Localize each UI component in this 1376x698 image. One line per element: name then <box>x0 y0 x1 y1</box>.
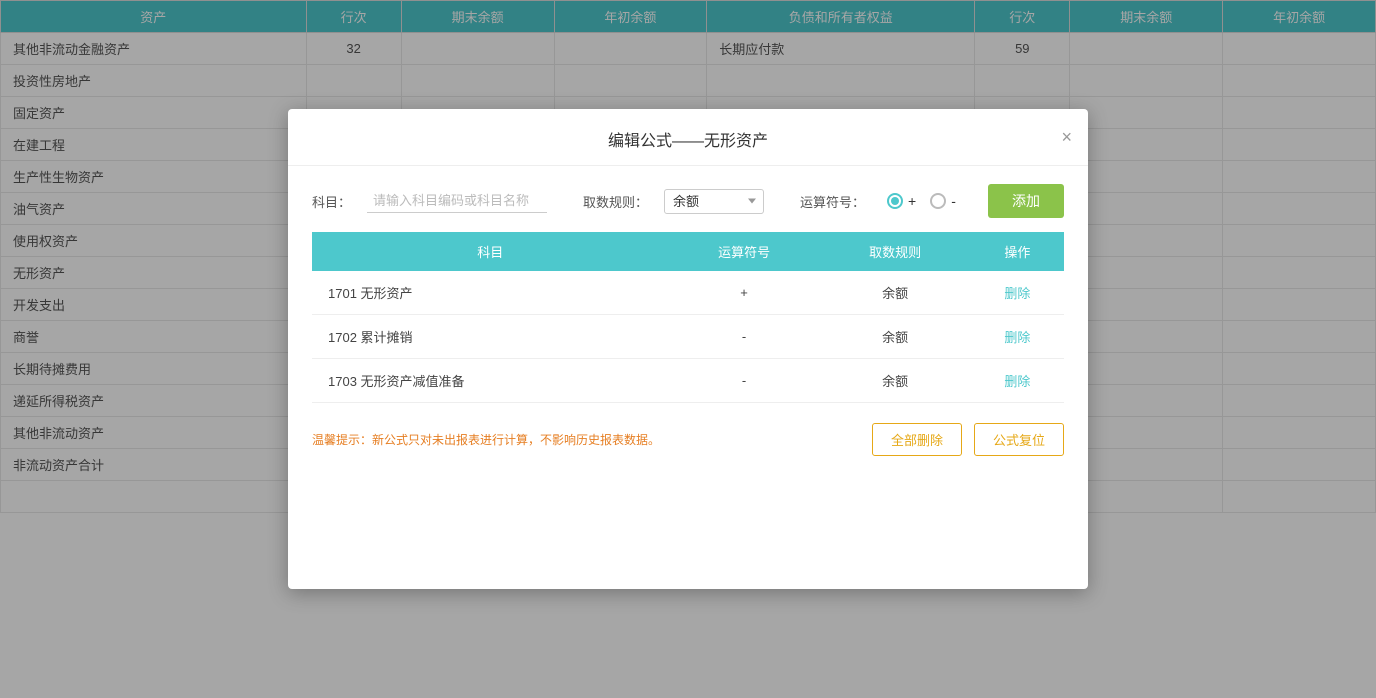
modal-header: 编辑公式——无形资产 × <box>288 109 1088 166</box>
formula-action-cell: 删除 <box>971 359 1064 403</box>
formula-rule-cell: 余额 <box>820 271 971 315</box>
formula-operator-cell: + <box>669 271 820 315</box>
rule-select-wrap: 余额 借方 贷方 借方发生额 贷方发生额 <box>664 189 764 214</box>
subject-label: 科目： <box>312 192 351 211</box>
formula-action-cell: 删除 <box>971 271 1064 315</box>
operator-plus-label: + <box>908 193 916 209</box>
formula-subject-cell: 1703 无形资产减值准备 <box>312 359 669 403</box>
formula-table-row: 1702 累计摊销-余额 删除 <box>312 315 1064 359</box>
hint-text: 温馨提示：新公式只对未出报表进行计算，不影响历史报表数据。 <box>312 431 660 448</box>
modal-overlay: 编辑公式——无形资产 × 科目： 取数规则： 余额 借方 贷方 借方发生额 贷方… <box>0 0 1376 698</box>
modal-footer: 温馨提示：新公式只对未出报表进行计算，不影响历史报表数据。 全部删除 公式复位 <box>288 403 1088 456</box>
modal-close-button[interactable]: × <box>1061 128 1072 146</box>
formula-table: 科目 运算符号 取数规则 操作 1701 无形资产+余额删除1702 累计摊销-… <box>312 232 1064 403</box>
operator-minus-circle <box>930 193 946 209</box>
formula-table-row: 1701 无形资产+余额 删除 <box>312 271 1064 315</box>
formula-subject-cell: 1701 无形资产 <box>312 271 669 315</box>
operator-plus-radio[interactable]: + <box>887 193 916 209</box>
formula-subject-cell: 1702 累计摊销 <box>312 315 669 359</box>
col-header-operator: 运算符号 <box>669 232 820 271</box>
formula-operator-cell: - <box>669 315 820 359</box>
delete-row-1-link[interactable]: 删除 <box>1004 330 1030 345</box>
operator-label: 运算符号： <box>800 192 865 211</box>
form-row: 科目： 取数规则： 余额 借方 贷方 借方发生额 贷方发生额 运算符号： + <box>288 166 1088 232</box>
formula-action-cell: 删除 <box>971 315 1064 359</box>
formula-table-header-row: 科目 运算符号 取数规则 操作 <box>312 232 1064 271</box>
col-header-rule: 取数规则 <box>820 232 971 271</box>
operator-plus-circle <box>887 193 903 209</box>
add-button[interactable]: 添加 <box>988 184 1064 218</box>
footer-buttons: 全部删除 公式复位 <box>872 423 1064 456</box>
formula-operator-cell: - <box>669 359 820 403</box>
operator-minus-radio[interactable]: - <box>930 193 956 209</box>
formula-table-wrap: 科目 运算符号 取数规则 操作 1701 无形资产+余额删除1702 累计摊销-… <box>312 232 1064 403</box>
delete-row-0-link[interactable]: 删除 <box>1004 286 1030 301</box>
operator-radio-group: + - <box>887 193 956 209</box>
reset-formula-button[interactable]: 公式复位 <box>974 423 1064 456</box>
rule-label: 取数规则： <box>583 192 648 211</box>
edit-formula-modal: 编辑公式——无形资产 × 科目： 取数规则： 余额 借方 贷方 借方发生额 贷方… <box>288 109 1088 589</box>
delete-all-button[interactable]: 全部删除 <box>872 423 962 456</box>
col-header-action: 操作 <box>971 232 1064 271</box>
operator-minus-label: - <box>951 193 956 209</box>
formula-rule-cell: 余额 <box>820 315 971 359</box>
subject-input[interactable] <box>367 189 547 213</box>
formula-table-row: 1703 无形资产减值准备-余额 删除 <box>312 359 1064 403</box>
formula-rule-cell: 余额 <box>820 359 971 403</box>
rule-select[interactable]: 余额 借方 贷方 借方发生额 贷方发生额 <box>664 189 764 214</box>
modal-title: 编辑公式——无形资产 <box>608 133 768 150</box>
delete-row-2-link[interactable]: 删除 <box>1004 374 1030 389</box>
col-header-subject: 科目 <box>312 232 669 271</box>
